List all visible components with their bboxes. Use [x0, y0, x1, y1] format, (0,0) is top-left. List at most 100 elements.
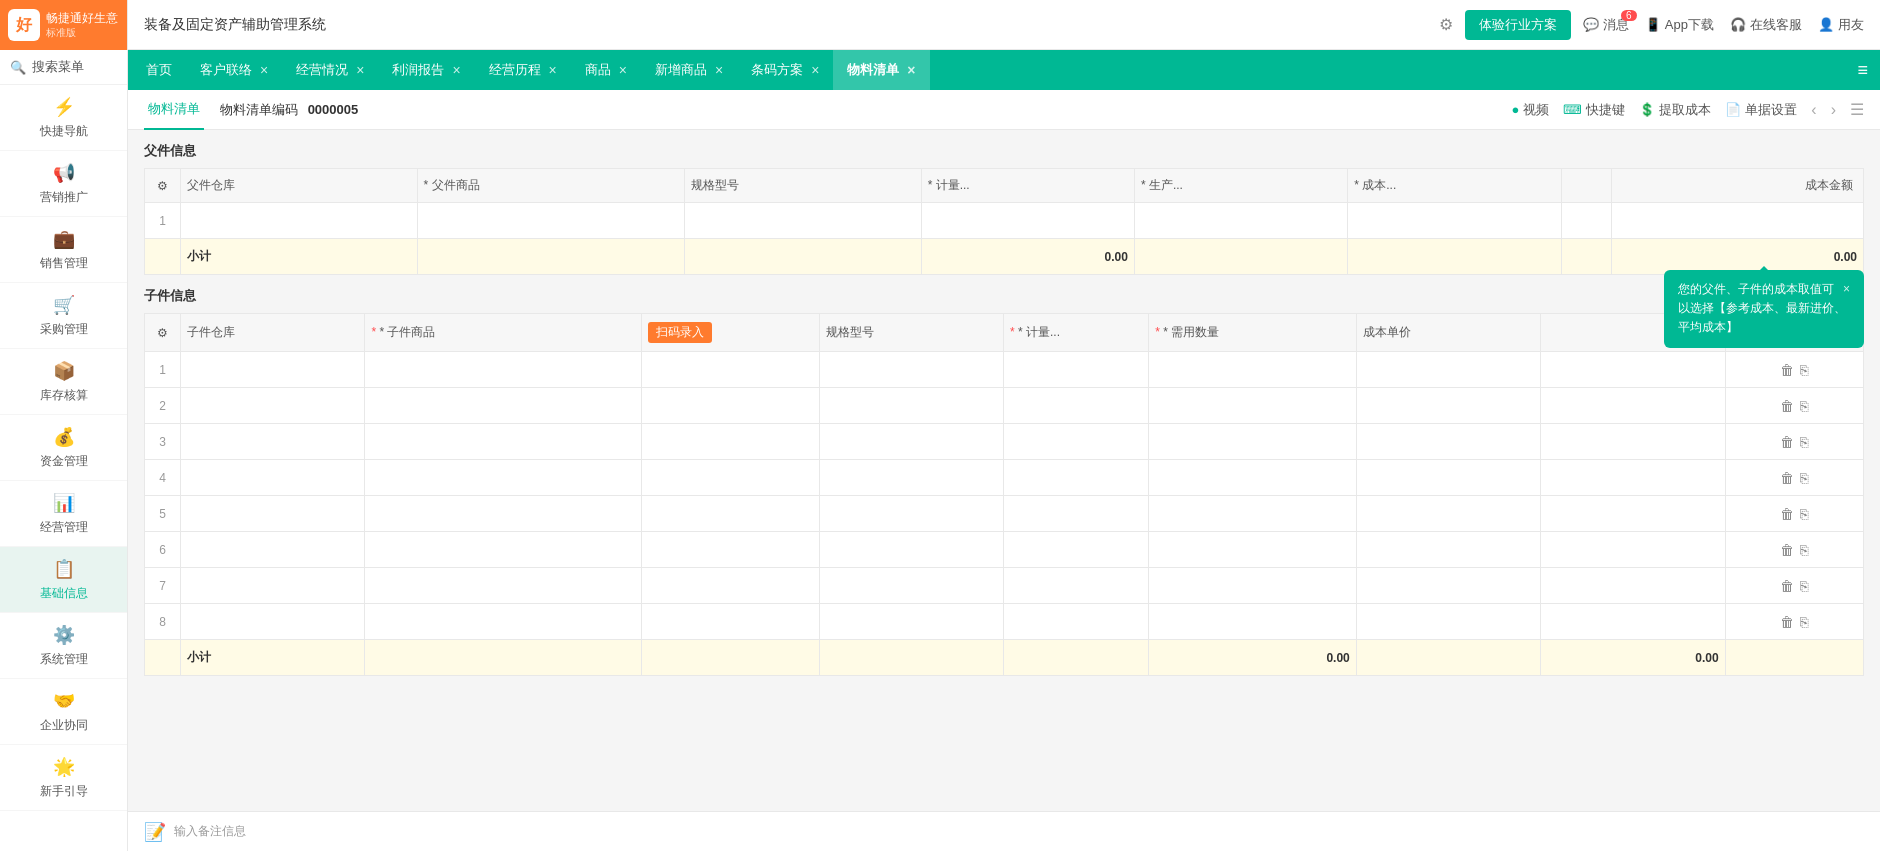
parent-settings-icon[interactable]: ⚙: [157, 179, 168, 193]
parent-row-1-warehouse[interactable]: [181, 203, 418, 239]
doc-settings-button[interactable]: 📄 单据设置: [1725, 101, 1797, 119]
message-button[interactable]: 💬 消息 6: [1583, 16, 1629, 34]
sidebar-nav-item-inventory[interactable]: 📦 库存核算: [0, 349, 127, 415]
child-row-2-unit[interactable]: [1003, 388, 1148, 424]
child-row-1-product[interactable]: [365, 352, 642, 388]
child-settings-icon[interactable]: ⚙: [157, 326, 168, 340]
child-row-3-unit-cost[interactable]: [1356, 424, 1540, 460]
child-row-4-unit[interactable]: [1003, 460, 1148, 496]
tab-barcode-close[interactable]: ×: [811, 62, 819, 78]
child-row-5-warehouse[interactable]: [181, 496, 365, 532]
child-row-8-product[interactable]: [365, 604, 642, 640]
delete-icon[interactable]: 🗑: [1780, 506, 1794, 522]
scan-input-button[interactable]: 扫码录入: [648, 322, 712, 343]
parent-row-1-produce[interactable]: [1134, 203, 1347, 239]
tab-bom-close[interactable]: ×: [907, 62, 915, 78]
child-row-7-spec[interactable]: [819, 568, 1003, 604]
child-row-7-warehouse[interactable]: [181, 568, 365, 604]
child-row-5-spec[interactable]: [819, 496, 1003, 532]
delete-icon[interactable]: 🗑: [1780, 434, 1794, 450]
nav-next-arrow[interactable]: ›: [1831, 101, 1836, 119]
online-service-button[interactable]: 🎧 在线客服: [1730, 16, 1802, 34]
config-icon[interactable]: ⚙: [1439, 15, 1453, 34]
child-row-8-quantity[interactable]: [1149, 604, 1356, 640]
tab-operations-situation[interactable]: 经营情况 ×: [282, 50, 378, 90]
copy-icon[interactable]: ⎘: [1800, 506, 1808, 522]
tab-home[interactable]: 首页: [132, 50, 186, 90]
child-row-4-quantity[interactable]: [1149, 460, 1356, 496]
child-row-7-product[interactable]: [365, 568, 642, 604]
child-row-4-spec[interactable]: [819, 460, 1003, 496]
tab-new-product[interactable]: 新增商品 ×: [641, 50, 737, 90]
child-row-4-product[interactable]: [365, 460, 642, 496]
child-row-1-quantity[interactable]: [1149, 352, 1356, 388]
child-row-5-unit[interactable]: [1003, 496, 1148, 532]
video-button[interactable]: ● 视频: [1511, 101, 1549, 119]
child-row-1-spec[interactable]: [819, 352, 1003, 388]
child-row-6-quantity[interactable]: [1149, 532, 1356, 568]
child-row-8-warehouse[interactable]: [181, 604, 365, 640]
tab-barcode[interactable]: 条码方案 ×: [737, 50, 833, 90]
child-row-8-unit[interactable]: [1003, 604, 1148, 640]
list-view-icon[interactable]: ☰: [1850, 100, 1864, 119]
sidebar-nav-item-system[interactable]: ⚙️ 系统管理: [0, 613, 127, 679]
sidebar-nav-item-operations[interactable]: 📊 经营管理: [0, 481, 127, 547]
copy-icon[interactable]: ⎘: [1800, 470, 1808, 486]
sidebar-nav-item-purchase[interactable]: 🛒 采购管理: [0, 283, 127, 349]
tab-products[interactable]: 商品 ×: [571, 50, 641, 90]
child-row-2-warehouse[interactable]: [181, 388, 365, 424]
copy-icon[interactable]: ⎘: [1800, 542, 1808, 558]
child-row-3-spec[interactable]: [819, 424, 1003, 460]
close-all-tabs-button[interactable]: ≡: [1849, 60, 1876, 81]
delete-icon[interactable]: 🗑: [1780, 398, 1794, 414]
child-row-6-unit-cost[interactable]: [1356, 532, 1540, 568]
child-row-3-product[interactable]: [365, 424, 642, 460]
child-row-5-product[interactable]: [365, 496, 642, 532]
user-menu[interactable]: 👤 用友: [1818, 16, 1864, 34]
bottom-bar-hint[interactable]: 输入备注信息: [174, 823, 246, 840]
child-row-7-unit[interactable]: [1003, 568, 1148, 604]
child-row-2-product[interactable]: [365, 388, 642, 424]
child-row-3-warehouse[interactable]: [181, 424, 365, 460]
delete-icon[interactable]: 🗑: [1780, 614, 1794, 630]
child-row-1-unit[interactable]: [1003, 352, 1148, 388]
child-row-2-spec[interactable]: [819, 388, 1003, 424]
child-row-6-unit[interactable]: [1003, 532, 1148, 568]
child-row-1-warehouse[interactable]: [181, 352, 365, 388]
tab-operations-close[interactable]: ×: [356, 62, 364, 78]
child-row-4-warehouse[interactable]: [181, 460, 365, 496]
app-download-button[interactable]: 📱 App下载: [1645, 16, 1714, 34]
cost-extract-button[interactable]: 💲 提取成本: [1639, 101, 1711, 119]
child-row-4-unit-cost[interactable]: [1356, 460, 1540, 496]
copy-icon[interactable]: ⎘: [1800, 398, 1808, 414]
child-row-5-quantity[interactable]: [1149, 496, 1356, 532]
sidebar-nav-item-sales[interactable]: 💼 销售管理: [0, 217, 127, 283]
delete-icon[interactable]: 🗑: [1780, 578, 1794, 594]
child-row-3-unit[interactable]: [1003, 424, 1148, 460]
tab-new-product-close[interactable]: ×: [715, 62, 723, 78]
copy-icon[interactable]: ⎘: [1800, 434, 1808, 450]
sidebar-nav-item-guide[interactable]: 🌟 新手引导: [0, 745, 127, 811]
delete-icon[interactable]: 🗑: [1780, 542, 1794, 558]
sidebar-nav-item-finance[interactable]: 💰 资金管理: [0, 415, 127, 481]
tooltip-close-button[interactable]: ×: [1843, 280, 1850, 299]
sidebar-nav-item-basic-info[interactable]: 📋 基础信息: [0, 547, 127, 613]
sidebar-nav-item-marketing[interactable]: 📢 营销推广: [0, 151, 127, 217]
tab-profit-close[interactable]: ×: [452, 62, 460, 78]
child-row-3-quantity[interactable]: [1149, 424, 1356, 460]
parent-row-1-product[interactable]: [417, 203, 685, 239]
parent-row-1-unit[interactable]: [921, 203, 1134, 239]
child-row-6-product[interactable]: [365, 532, 642, 568]
child-row-6-warehouse[interactable]: [181, 532, 365, 568]
child-row-2-quantity[interactable]: [1149, 388, 1356, 424]
shortcut-button[interactable]: ⌨ 快捷键: [1563, 101, 1625, 119]
delete-icon[interactable]: 🗑: [1780, 362, 1794, 378]
sidebar-search[interactable]: 🔍 搜索菜单: [0, 50, 127, 85]
tab-profit[interactable]: 利润报告 ×: [378, 50, 474, 90]
child-row-2-unit-cost[interactable]: [1356, 388, 1540, 424]
tab-customers[interactable]: 客户联络 ×: [186, 50, 282, 90]
child-row-8-spec[interactable]: [819, 604, 1003, 640]
child-row-6-spec[interactable]: [819, 532, 1003, 568]
parent-row-1-spec[interactable]: [685, 203, 922, 239]
child-row-5-unit-cost[interactable]: [1356, 496, 1540, 532]
